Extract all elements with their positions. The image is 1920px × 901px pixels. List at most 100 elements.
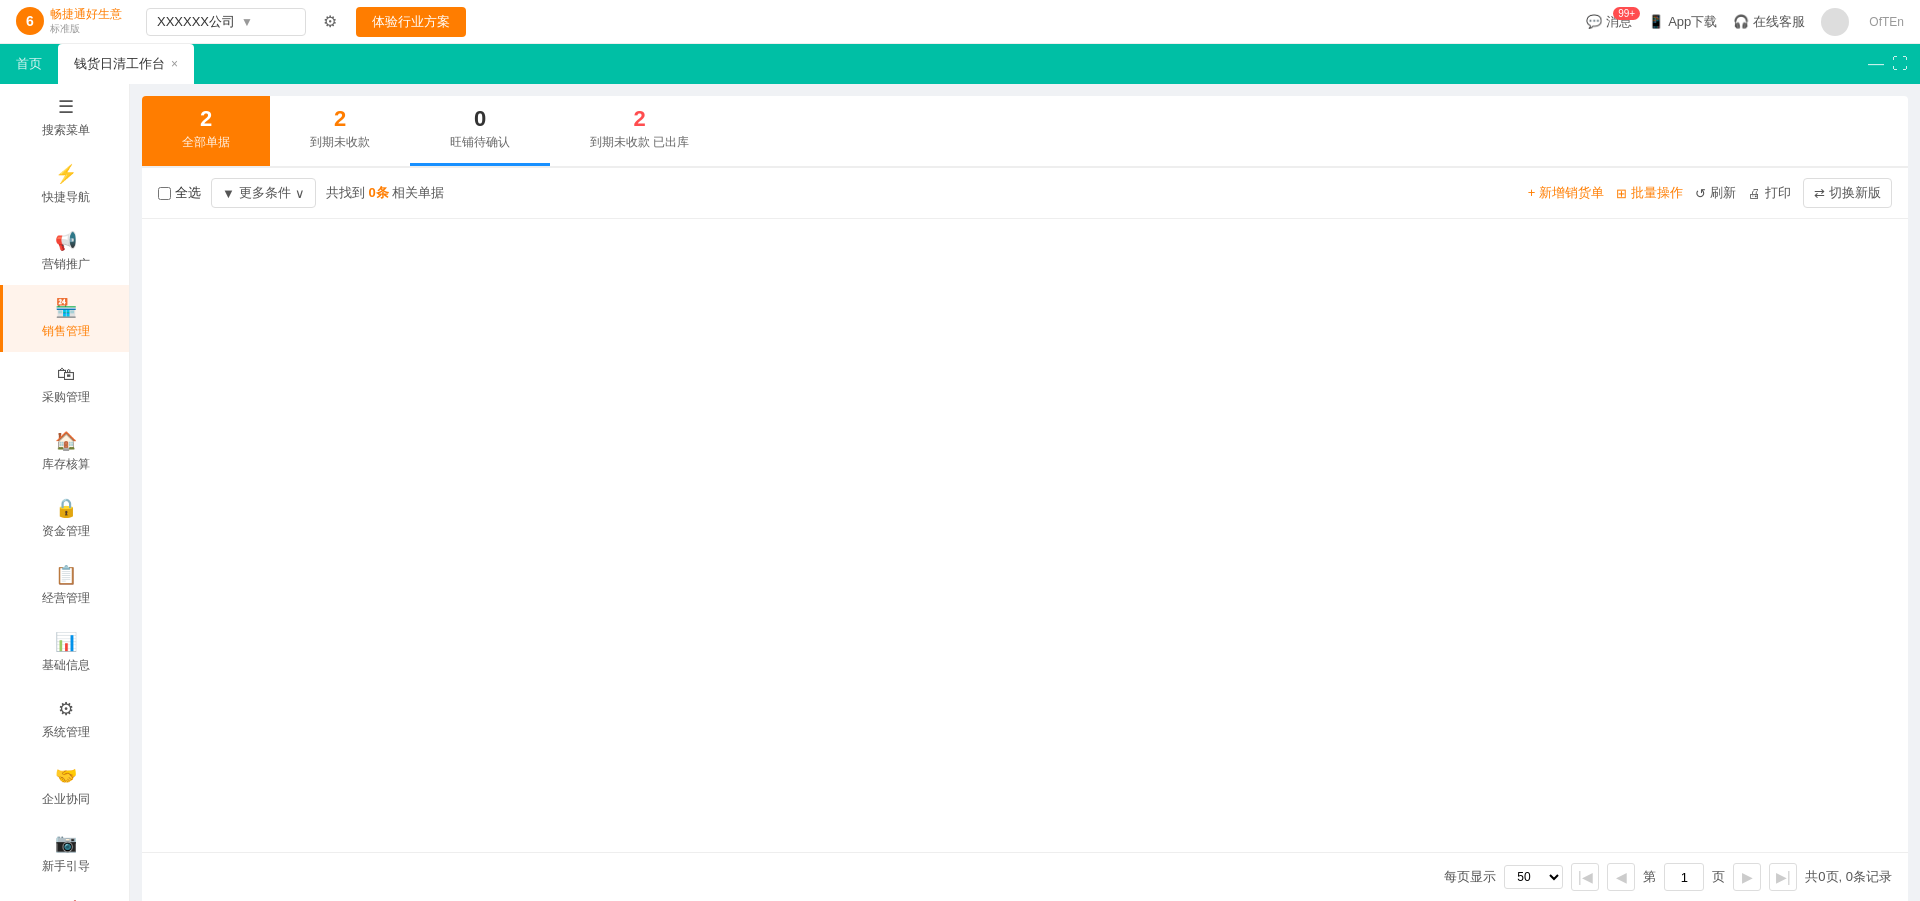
sidebar-item-purchase[interactable]: 🛍 采购管理 <box>0 352 129 418</box>
logo-text: 畅捷通好生意 <box>50 7 122 21</box>
message-badge: 99+ <box>1613 7 1640 20</box>
select-all-input[interactable] <box>158 187 171 200</box>
stats-label-overdue: 到期未收款 <box>310 134 370 151</box>
per-page-select[interactable]: 10 20 50 100 <box>1504 865 1563 889</box>
stats-label-overdue-out: 到期未收款 已出库 <box>590 134 689 151</box>
stats-tabs: 2 全部单据 2 到期未收款 0 旺铺待确认 2 到期未收款 已出库 <box>142 96 1908 167</box>
batch-icon: ⊞ <box>1616 186 1627 201</box>
batch-label: 批量操作 <box>1631 184 1683 202</box>
company-selector[interactable]: XXXXXX公司 ▼ <box>146 8 306 36</box>
avatar[interactable] <box>1821 8 1849 36</box>
page-input[interactable] <box>1664 863 1704 891</box>
finance-icon: 🔒 <box>55 497 77 519</box>
stats-tab-pending[interactable]: 0 旺铺待确认 <box>410 96 550 166</box>
daily-clear-tab-label: 钱货日清工作台 <box>74 55 165 73</box>
nav-tabs-actions: — ⛶ <box>1868 55 1920 73</box>
found-prefix: 共找到 <box>326 185 365 200</box>
sidebar-item-basic-info[interactable]: 📊 基础信息 <box>0 619 129 686</box>
nav-tabs: 首页 钱货日清工作台 × — ⛶ <box>0 44 1920 84</box>
minimize-icon[interactable]: — <box>1868 55 1884 73</box>
stats-label-all: 全部单据 <box>182 134 230 151</box>
basic-info-icon: 📊 <box>55 631 77 653</box>
sidebar: ☰ 搜索菜单 ⚡ 快捷导航 📢 营销推广 🏪 销售管理 🛍 采购管理 🏠 库存核… <box>0 84 130 901</box>
sidebar-item-marketing[interactable]: 📢 营销推广 <box>0 218 129 285</box>
sidebar-item-label: 基础信息 <box>42 657 90 674</box>
print-btn[interactable]: 🖨 打印 <box>1748 184 1791 202</box>
sales-icon: 🏪 <box>55 297 77 319</box>
message-icon: 💬 <box>1586 14 1602 29</box>
sidebar-item-operation[interactable]: 📋 经营管理 <box>0 552 129 619</box>
filter-icon: ▼ <box>222 186 235 201</box>
sidebar-item-search-menu[interactable]: ☰ 搜索菜单 <box>0 84 129 151</box>
home-tab-label: 首页 <box>16 55 42 73</box>
operation-icon: 📋 <box>55 564 77 586</box>
message-item[interactable]: 💬 消息 99+ <box>1586 13 1632 31</box>
chevron-down-icon: ∨ <box>295 186 305 201</box>
sidebar-item-quick-nav[interactable]: ⚡ 快捷导航 <box>0 151 129 218</box>
stats-count-overdue-out: 2 <box>634 108 646 130</box>
toolbar: 全选 ▼ 更多条件 ∨ 共找到 0条 相关单据 + 新增销货单 ⊞ 批量操作 <box>142 167 1908 218</box>
refresh-icon: ↺ <box>1695 186 1706 201</box>
found-text: 共找到 0条 相关单据 <box>326 184 444 202</box>
online-service-item[interactable]: 🎧 在线客服 <box>1733 13 1805 31</box>
more-conditions-label: 更多条件 <box>239 184 291 202</box>
system-icon: ⚙ <box>58 698 74 720</box>
sidebar-item-finance[interactable]: 🔒 资金管理 <box>0 485 129 552</box>
tab-home[interactable]: 首页 <box>0 44 58 84</box>
sidebar-item-cooperation[interactable]: 🤝 企业协同 <box>0 753 129 820</box>
app-download-item[interactable]: 📱 App下载 <box>1648 13 1717 31</box>
sidebar-item-guide[interactable]: 📷 新手引导 <box>0 820 129 887</box>
close-icon[interactable]: × <box>171 57 178 71</box>
new-sales-order-btn[interactable]: + 新增销货单 <box>1528 184 1604 202</box>
switch-icon: ⇄ <box>1814 186 1825 201</box>
company-name: XXXXXX公司 <box>157 13 235 31</box>
sidebar-item-system[interactable]: ⚙ 系统管理 <box>0 686 129 753</box>
select-all-checkbox[interactable]: 全选 <box>158 184 201 202</box>
next-page-btn[interactable]: ▶ <box>1733 863 1761 891</box>
stats-tab-overdue[interactable]: 2 到期未收款 <box>270 96 410 166</box>
sidebar-item-app-center[interactable]: 🛒 应用中心 <box>0 887 129 901</box>
switch-version-btn[interactable]: ⇄ 切换新版 <box>1803 178 1892 208</box>
logo-sub: 标准版 <box>50 22 122 36</box>
tab-daily-clear[interactable]: 钱货日清工作台 × <box>58 44 194 84</box>
pagination-bar: 每页显示 10 20 50 100 |◀ ◀ 第 页 ▶ ▶| 共0页, 0条记… <box>142 852 1908 901</box>
sidebar-item-sales[interactable]: 🏪 销售管理 <box>0 285 129 352</box>
inventory-icon: 🏠 <box>55 430 77 452</box>
page-suffix: 页 <box>1712 868 1725 886</box>
stats-tab-overdue-out[interactable]: 2 到期未收款 已出库 <box>550 96 729 166</box>
sidebar-item-label: 采购管理 <box>42 389 90 406</box>
select-all-label: 全选 <box>175 184 201 202</box>
page-prefix: 第 <box>1643 868 1656 886</box>
found-suffix: 相关单据 <box>392 185 444 200</box>
stats-tab-all[interactable]: 2 全部单据 <box>142 96 270 166</box>
logo: 6 畅捷通好生意 标准版 <box>16 7 146 35</box>
per-page-label: 每页显示 <box>1444 868 1496 886</box>
last-page-btn[interactable]: ▶| <box>1769 863 1797 891</box>
sidebar-item-label: 经营管理 <box>42 590 90 607</box>
settings-icon[interactable]: ⚙ <box>314 6 346 38</box>
print-label: 打印 <box>1765 184 1791 202</box>
refresh-label: 刷新 <box>1710 184 1736 202</box>
marketing-icon: 📢 <box>55 230 77 252</box>
quick-nav-icon: ⚡ <box>55 163 77 185</box>
main-layout: ☰ 搜索菜单 ⚡ 快捷导航 📢 营销推广 🏪 销售管理 🛍 采购管理 🏠 库存核… <box>0 84 1920 901</box>
stats-label-pending: 旺铺待确认 <box>450 134 510 151</box>
purchase-icon: 🛍 <box>57 364 75 385</box>
stats-count-overdue: 2 <box>334 108 346 130</box>
sidebar-item-label: 销售管理 <box>42 323 90 340</box>
top-bar: 6 畅捷通好生意 标准版 XXXXXX公司 ▼ ⚙ 体验行业方案 💬 消息 99… <box>0 0 1920 44</box>
sidebar-item-inventory[interactable]: 🏠 库存核算 <box>0 418 129 485</box>
first-page-btn[interactable]: |◀ <box>1571 863 1599 891</box>
logo-icon: 6 <box>16 7 44 35</box>
sidebar-item-label: 新手引导 <box>42 858 90 875</box>
batch-operation-btn[interactable]: ⊞ 批量操作 <box>1616 184 1683 202</box>
app-download-icon: 📱 <box>1648 14 1664 29</box>
more-conditions-btn[interactable]: ▼ 更多条件 ∨ <box>211 178 316 208</box>
total-info: 共0页, 0条记录 <box>1805 868 1892 886</box>
app-download-label: App下载 <box>1668 13 1717 31</box>
prev-page-btn[interactable]: ◀ <box>1607 863 1635 891</box>
refresh-btn[interactable]: ↺ 刷新 <box>1695 184 1736 202</box>
found-count: 0条 <box>369 185 389 200</box>
maximize-icon[interactable]: ⛶ <box>1892 55 1908 73</box>
experience-btn[interactable]: 体验行业方案 <box>356 7 466 37</box>
